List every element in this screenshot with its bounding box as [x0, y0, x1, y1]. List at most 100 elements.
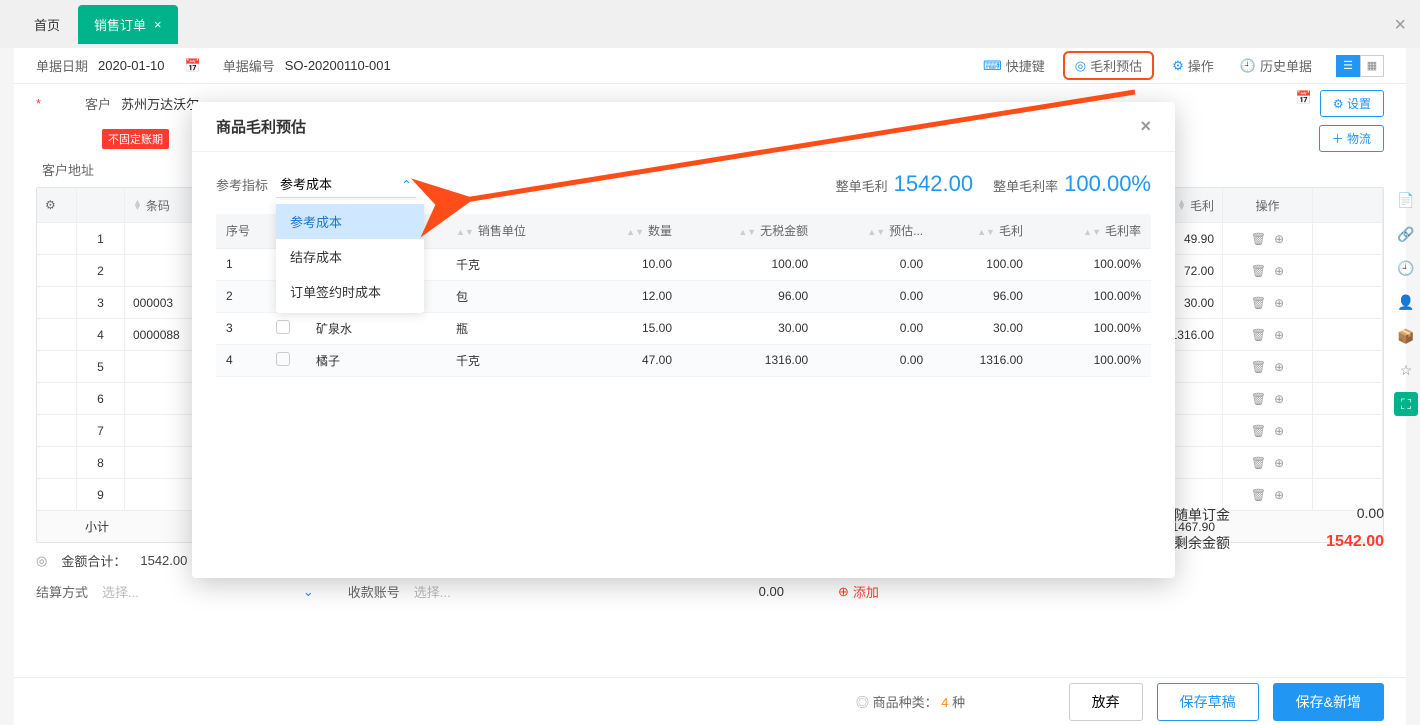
- chevron-up-icon: ⌄: [401, 176, 412, 192]
- logistics-button[interactable]: ＋ 物流: [1319, 125, 1384, 152]
- modal-title: 商品毛利预估: [216, 116, 306, 137]
- balance-value: 1542.00: [1326, 533, 1384, 553]
- footer-bar: ◎ 商品种类： 4 种 放弃 保存草稿 保存&新增: [14, 677, 1406, 725]
- ops-col: 操作: [1223, 188, 1313, 222]
- delete-icon[interactable]: 🗑: [1251, 424, 1266, 438]
- date-value[interactable]: 2020-01-10: [98, 58, 165, 73]
- chevron-down-icon[interactable]: ⌄: [303, 584, 314, 600]
- amount-label: 金额合计：: [61, 551, 126, 570]
- copy-icon[interactable]: ⊕: [1274, 328, 1284, 342]
- history-icon: 🕘: [1240, 58, 1256, 74]
- settle-select[interactable]: 选择...: [102, 582, 139, 601]
- modal-header: 商品毛利预估 ×: [192, 102, 1175, 152]
- total-profit-rate: 整单毛利率100.00%: [993, 171, 1151, 197]
- delete-icon[interactable]: 🗑: [1251, 296, 1266, 310]
- checkbox[interactable]: [276, 352, 290, 366]
- ops-link[interactable]: ⚙操作: [1164, 52, 1222, 79]
- doc-label: 单据编号: [223, 56, 275, 75]
- side-summary: 随单订金 0.00 剩余金额 1542.00: [1174, 501, 1384, 557]
- ref-label: 参考指标: [216, 175, 268, 194]
- account-select[interactable]: 选择...: [414, 582, 451, 601]
- ref-select[interactable]: ⌄ 参考成本 结存成本 订单签约时成本: [276, 170, 416, 198]
- account-period-badge: 不固定账期: [102, 129, 169, 149]
- settle-label: 结算方式: [36, 582, 88, 601]
- cube-icon[interactable]: 📦: [1394, 324, 1418, 348]
- gear-icon: ⚙: [1172, 58, 1184, 74]
- target-icon: ◎: [1075, 58, 1086, 74]
- option-contract-cost[interactable]: 订单签约时成本: [276, 274, 424, 309]
- paid-value[interactable]: 0.00: [759, 584, 784, 599]
- coin-icon: ◎: [36, 553, 47, 569]
- tab-sales-order[interactable]: 销售订单 ×: [78, 5, 178, 44]
- note-icon[interactable]: 📄: [1394, 188, 1418, 212]
- option-balance-cost[interactable]: 结存成本: [276, 239, 424, 274]
- table-row[interactable]: 3矿泉水瓶15.0030.000.0030.00100.00%: [216, 312, 1151, 344]
- copy-icon[interactable]: ⊕: [1274, 296, 1284, 310]
- deposit-label: 随单订金: [1174, 505, 1230, 525]
- copy-icon[interactable]: ⊕: [1274, 392, 1284, 406]
- total-profit: 整单毛利1542.00: [836, 171, 974, 197]
- account-label: 收款账号: [348, 582, 400, 601]
- view-toggle: ☰ ▦: [1336, 55, 1384, 77]
- option-ref-cost[interactable]: 参考成本: [276, 204, 424, 239]
- tab-home[interactable]: 首页: [20, 5, 74, 44]
- delete-icon[interactable]: 🗑: [1251, 360, 1266, 374]
- doc-value: SO-20200110-001: [285, 58, 391, 73]
- profit-estimate-link[interactable]: ◎毛利预估: [1063, 51, 1154, 80]
- page-close-icon[interactable]: ×: [1394, 14, 1406, 37]
- copy-icon[interactable]: ⊕: [1274, 456, 1284, 470]
- user-icon[interactable]: 👤: [1394, 290, 1418, 314]
- plus-icon: ⊕: [838, 584, 849, 600]
- copy-icon[interactable]: ⊕: [1274, 424, 1284, 438]
- copy-icon[interactable]: ⊕: [1274, 264, 1284, 278]
- delete-icon[interactable]: 🗑: [1251, 264, 1266, 278]
- close-icon[interactable]: ×: [154, 17, 162, 32]
- expand-icon[interactable]: ⛶: [1394, 392, 1418, 416]
- settings-button[interactable]: ⚙ 设置: [1320, 90, 1384, 117]
- table-row[interactable]: 4橘子千克47.001316.000.001316.00100.00%: [216, 344, 1151, 376]
- address-label: 客户地址: [36, 160, 94, 179]
- profit-modal: 商品毛利预估 × 参考指标 ⌄ 参考成本 结存成本 订单签约时成本 整单毛利15…: [192, 102, 1175, 578]
- keyboard-icon: ⌨: [983, 58, 1002, 74]
- tab-label: 销售订单: [94, 15, 146, 34]
- calendar-icon[interactable]: 📅: [185, 58, 201, 74]
- amount-value: 1542.00: [140, 553, 187, 568]
- required-mark: *: [36, 96, 41, 111]
- gear-column-icon[interactable]: ⚙: [37, 188, 77, 222]
- ref-dropdown: 参考成本 结存成本 订单签约时成本: [276, 200, 424, 313]
- history-link[interactable]: 🕘历史单据: [1232, 52, 1320, 79]
- types-icon: ◎: [856, 695, 869, 710]
- save-draft-button[interactable]: 保存草稿: [1157, 683, 1259, 721]
- customer-name[interactable]: 苏州万达沃尔: [121, 94, 199, 113]
- balance-label: 剩余金额: [1174, 533, 1230, 553]
- copy-icon[interactable]: ⊕: [1274, 360, 1284, 374]
- shortcut-link[interactable]: ⌨快捷键: [975, 52, 1053, 79]
- delete-icon[interactable]: 🗑: [1251, 488, 1266, 502]
- save-new-button[interactable]: 保存&新增: [1273, 683, 1384, 721]
- copy-icon[interactable]: ⊕: [1274, 488, 1284, 502]
- clock-icon[interactable]: 🕘: [1394, 256, 1418, 280]
- right-rail: 📄 🔗 🕘 👤 📦 ☆ ⛶: [1392, 188, 1420, 416]
- delete-icon[interactable]: 🗑: [1251, 232, 1266, 246]
- copy-icon[interactable]: ⊕: [1274, 232, 1284, 246]
- view-list-icon[interactable]: ☰: [1336, 55, 1360, 77]
- tab-bar: 首页 销售订单 ×: [0, 0, 1420, 48]
- document-header: 单据日期 2020-01-10 📅 单据编号 SO-20200110-001 ⌨…: [14, 48, 1406, 84]
- discard-button[interactable]: 放弃: [1069, 683, 1143, 721]
- deposit-value: 0.00: [1357, 505, 1384, 525]
- add-link[interactable]: ⊕添加: [838, 582, 879, 601]
- settlement-row: 结算方式 选择... ⌄ 收款账号 选择... 0.00 ⊕添加: [36, 578, 1384, 611]
- product-types: ◎ 商品种类： 4 种: [856, 692, 965, 711]
- star-icon[interactable]: ☆: [1394, 358, 1418, 382]
- filter-row: 参考指标 ⌄ 参考成本 结存成本 订单签约时成本 整单毛利1542.00 整单毛…: [216, 170, 1151, 198]
- link-icon[interactable]: 🔗: [1394, 222, 1418, 246]
- calendar-icon[interactable]: 📅: [1296, 90, 1312, 117]
- close-icon[interactable]: ×: [1140, 116, 1151, 137]
- delete-icon[interactable]: 🗑: [1251, 328, 1266, 342]
- ref-input[interactable]: [280, 176, 401, 191]
- delete-icon[interactable]: 🗑: [1251, 456, 1266, 470]
- index-col: [77, 188, 125, 222]
- checkbox[interactable]: [276, 320, 290, 334]
- view-grid-icon[interactable]: ▦: [1360, 55, 1384, 77]
- delete-icon[interactable]: 🗑: [1251, 392, 1266, 406]
